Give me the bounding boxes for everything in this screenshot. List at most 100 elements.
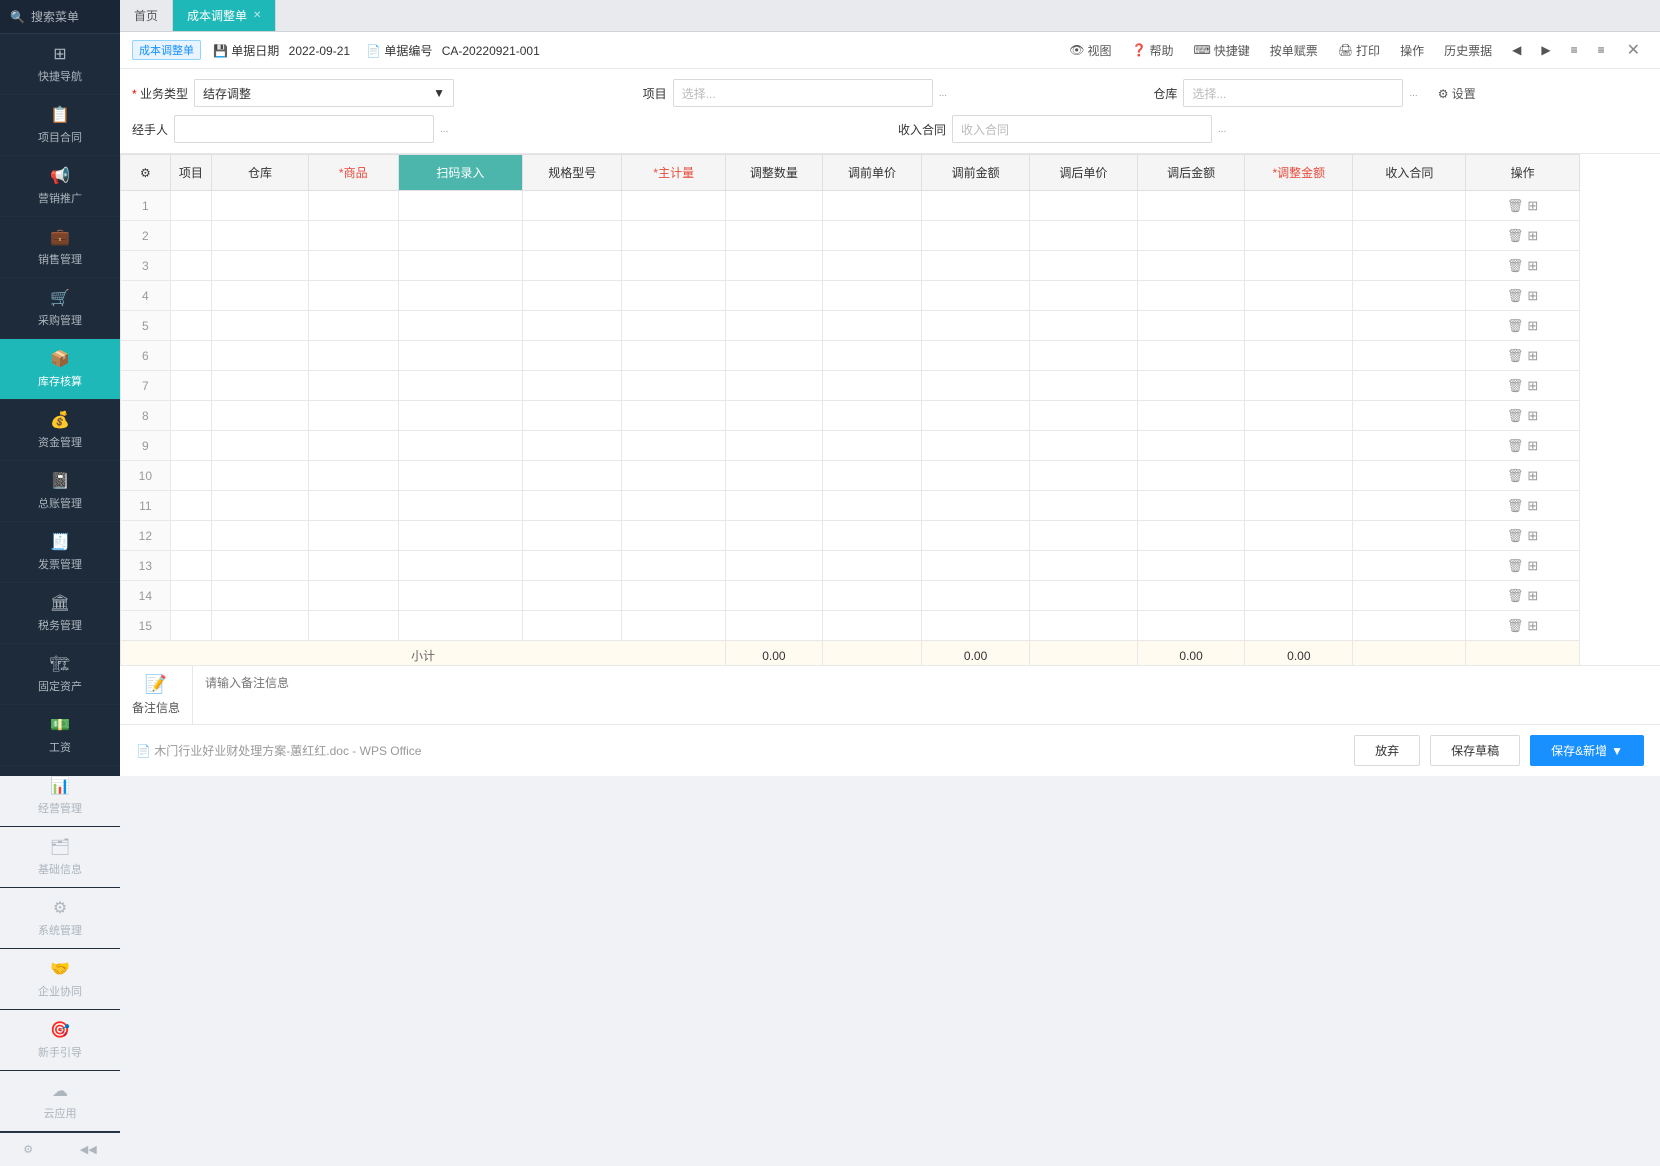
table-cell[interactable] <box>1029 401 1137 431</box>
warehouse-input[interactable]: 选择... <box>1183 79 1403 107</box>
nav-prev-btn[interactable]: ◀ <box>1506 41 1527 59</box>
table-cell[interactable] <box>522 491 621 521</box>
table-cell[interactable] <box>822 431 921 461</box>
col-scan-header[interactable]: 扫码录入 <box>398 155 522 191</box>
table-cell[interactable] <box>170 431 211 461</box>
copy-row-btn[interactable]: ⊞ <box>1527 618 1538 634</box>
sidebar-item-project-contract[interactable]: 📋 项目合同 <box>0 95 120 156</box>
copy-row-btn[interactable]: ⊞ <box>1527 348 1538 364</box>
delete-row-btn[interactable]: 🗑 <box>1507 198 1524 214</box>
table-cell[interactable] <box>1029 581 1137 611</box>
table-cell[interactable] <box>922 491 1030 521</box>
table-cell[interactable] <box>308 191 398 221</box>
sidebar-item-fund-mgmt[interactable]: 💰 资金管理 <box>0 400 120 461</box>
table-cell[interactable] <box>522 221 621 251</box>
table-cell[interactable] <box>622 611 726 641</box>
table-cell[interactable] <box>1353 521 1466 551</box>
table-cell[interactable] <box>1245 581 1353 611</box>
table-cell[interactable] <box>1353 491 1466 521</box>
table-cell[interactable] <box>1137 371 1245 401</box>
delete-row-btn[interactable]: 🗑 <box>1507 318 1524 334</box>
list-view-btn[interactable]: ≡ <box>1565 41 1584 59</box>
delete-row-btn[interactable]: 🗑 <box>1507 378 1524 394</box>
table-cell[interactable] <box>922 251 1030 281</box>
table-cell[interactable] <box>726 191 823 221</box>
delete-row-btn[interactable]: 🗑 <box>1507 288 1524 304</box>
nav-next-btn[interactable]: ▶ <box>1535 41 1556 59</box>
table-cell[interactable] <box>922 191 1030 221</box>
table-cell[interactable] <box>522 191 621 221</box>
table-cell[interactable] <box>622 221 726 251</box>
table-cell[interactable] <box>522 251 621 281</box>
collapse-btn[interactable]: ◀◀ <box>70 1133 107 1166</box>
table-cell[interactable] <box>170 521 211 551</box>
table-cell[interactable] <box>212 221 309 251</box>
table-cell[interactable] <box>1353 221 1466 251</box>
table-cell[interactable] <box>170 221 211 251</box>
sidebar-item-inventory-calc[interactable]: 📦 库存核算 <box>0 339 120 400</box>
table-cell[interactable] <box>398 191 522 221</box>
table-cell[interactable] <box>1029 521 1137 551</box>
sidebar-item-ops-mgmt[interactable]: 📊 经营管理 <box>0 766 120 827</box>
table-cell[interactable] <box>1137 221 1245 251</box>
table-cell[interactable] <box>1245 341 1353 371</box>
table-cell[interactable] <box>1353 461 1466 491</box>
copy-row-btn[interactable]: ⊞ <box>1527 558 1538 574</box>
table-cell[interactable] <box>1353 401 1466 431</box>
table-cell[interactable] <box>822 341 921 371</box>
delete-row-btn[interactable]: 🗑 <box>1507 588 1524 604</box>
table-cell[interactable] <box>922 581 1030 611</box>
table-cell[interactable] <box>212 551 309 581</box>
table-cell[interactable] <box>308 461 398 491</box>
table-cell[interactable] <box>822 401 921 431</box>
table-cell[interactable] <box>922 521 1030 551</box>
table-cell[interactable] <box>170 461 211 491</box>
settings-btn-small[interactable]: ⚙ 设置 <box>1432 83 1482 104</box>
table-cell[interactable] <box>922 281 1030 311</box>
biz-type-input[interactable]: 结存调整 ▼ <box>194 79 454 107</box>
table-cell[interactable] <box>308 491 398 521</box>
view-btn[interactable]: 👁视图 <box>1063 40 1117 61</box>
table-cell[interactable] <box>822 191 921 221</box>
table-cell[interactable] <box>522 341 621 371</box>
project-dots[interactable]: ... <box>939 88 947 99</box>
table-cell[interactable] <box>212 251 309 281</box>
table-cell[interactable] <box>1137 551 1245 581</box>
table-cell[interactable] <box>822 461 921 491</box>
table-cell[interactable] <box>1353 431 1466 461</box>
table-cell[interactable] <box>622 371 726 401</box>
copy-row-btn[interactable]: ⊞ <box>1527 258 1538 274</box>
table-cell[interactable] <box>1245 551 1353 581</box>
table-cell[interactable] <box>622 311 726 341</box>
table-cell[interactable] <box>1137 251 1245 281</box>
delete-row-btn[interactable]: 🗑 <box>1507 468 1524 484</box>
table-cell[interactable] <box>1245 521 1353 551</box>
sidebar-item-sales-promo[interactable]: 📢 营销推广 <box>0 156 120 217</box>
copy-row-btn[interactable]: ⊞ <box>1527 528 1538 544</box>
table-cell[interactable] <box>622 281 726 311</box>
copy-row-btn[interactable]: ⊞ <box>1527 228 1538 244</box>
table-cell[interactable] <box>1029 461 1137 491</box>
table-cell[interactable] <box>726 221 823 251</box>
table-cell[interactable] <box>170 311 211 341</box>
table-cell[interactable] <box>1137 581 1245 611</box>
print-btn[interactable]: 🖨打印 <box>1332 40 1386 61</box>
table-cell[interactable] <box>726 281 823 311</box>
table-cell[interactable] <box>308 551 398 581</box>
table-cell[interactable] <box>1029 341 1137 371</box>
table-cell[interactable] <box>822 221 921 251</box>
table-cell[interactable] <box>398 251 522 281</box>
table-cell[interactable] <box>1029 251 1137 281</box>
table-cell[interactable] <box>1245 401 1353 431</box>
table-cell[interactable] <box>1353 191 1466 221</box>
table-cell[interactable] <box>308 281 398 311</box>
table-cell[interactable] <box>1353 371 1466 401</box>
table-cell[interactable] <box>398 401 522 431</box>
table-cell[interactable] <box>212 281 309 311</box>
table-cell[interactable] <box>1245 251 1353 281</box>
sidebar-item-invoice-mgmt[interactable]: 🧾 发票管理 <box>0 522 120 583</box>
sidebar-search[interactable]: 🔍 搜索菜单 <box>0 0 120 34</box>
table-cell[interactable] <box>622 491 726 521</box>
table-cell[interactable] <box>522 551 621 581</box>
save-draft-button[interactable]: 保存草稿 <box>1430 735 1520 766</box>
